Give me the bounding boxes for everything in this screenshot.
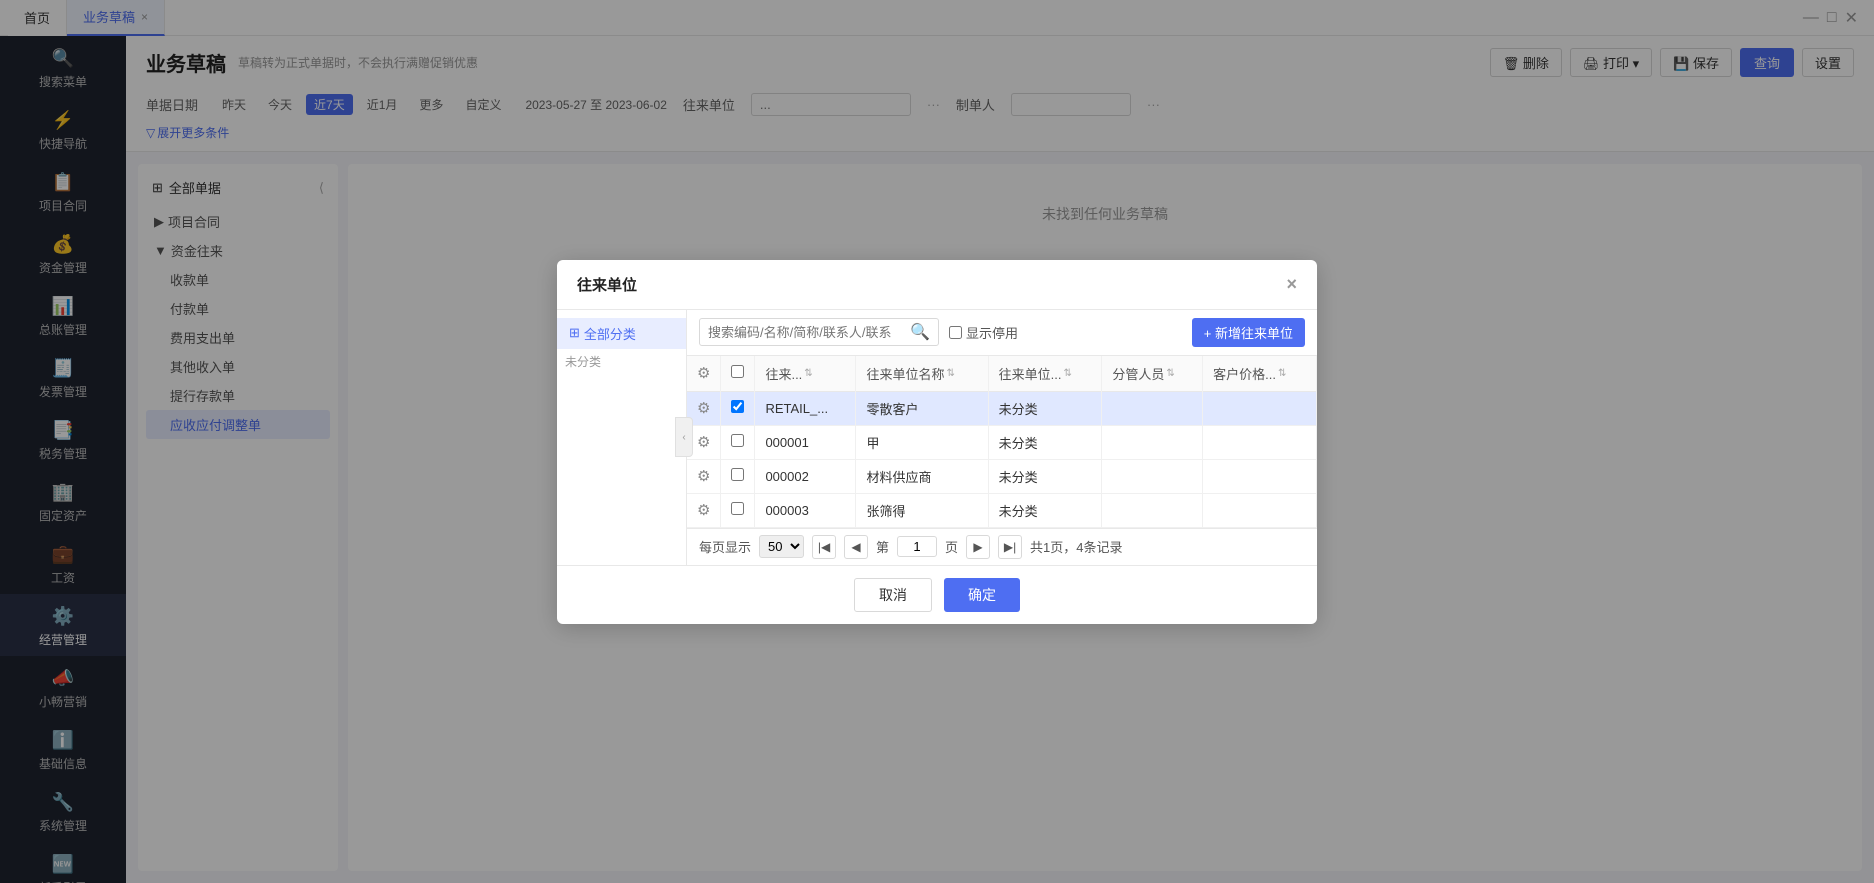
show-disabled-checkbox[interactable] <box>949 326 962 339</box>
cancel-button[interactable]: 取消 <box>854 578 932 612</box>
row-check <box>721 459 755 493</box>
row-category: 未分类 <box>988 391 1102 425</box>
modal-body: ⊞ 全部分类 ‹ 未分类 🔍 显示停用 <box>557 310 1317 565</box>
confirm-button[interactable]: 确定 <box>944 578 1020 612</box>
row-price-level <box>1203 425 1317 459</box>
row-code: 000003 <box>755 493 856 527</box>
modal-sidebar-toggle[interactable]: ‹ <box>675 417 693 457</box>
search-box: 🔍 <box>699 318 939 346</box>
row-checkbox[interactable] <box>731 468 744 481</box>
th-check <box>721 356 755 392</box>
th-name[interactable]: 往来单位名称 ⇅ <box>856 356 988 392</box>
modal-close-button[interactable]: × <box>1286 274 1297 295</box>
per-page-select[interactable]: 50 <box>759 535 804 558</box>
row-price-level <box>1203 459 1317 493</box>
row-name: 甲 <box>856 425 988 459</box>
row-checkbox[interactable] <box>731 434 744 447</box>
row-gear: ⚙ <box>687 459 721 493</box>
row-name: 材料供应商 <box>856 459 988 493</box>
page-input[interactable] <box>897 536 937 557</box>
row-salesperson <box>1102 391 1203 425</box>
row-checkbox[interactable] <box>731 400 744 413</box>
row-category: 未分类 <box>988 425 1102 459</box>
sort-icon-code: ⇅ <box>804 368 812 379</box>
select-all-checkbox[interactable] <box>731 365 744 378</box>
page-suffix: 页 <box>945 537 958 556</box>
show-disabled-label[interactable]: 显示停用 <box>949 323 1018 342</box>
row-name: 张筛得 <box>856 493 988 527</box>
modal-header: 往来单位 × <box>557 260 1317 310</box>
table-row[interactable]: ⚙ 000001 甲 未分类 <box>687 425 1317 459</box>
sort-icon-category: ⇅ <box>1063 368 1071 379</box>
add-new-partner-button[interactable]: + 新增往来单位 <box>1192 318 1305 347</box>
page-label: 第 <box>876 537 889 556</box>
table-header: ⚙ 往来... ⇅ <box>687 356 1317 392</box>
table-row[interactable]: ⚙ RETAIL_... 零散客户 未分类 <box>687 391 1317 425</box>
search-icon: 🔍 <box>910 322 930 342</box>
modal-table: ⚙ 往来... ⇅ <box>687 356 1317 528</box>
row-settings-icon[interactable]: ⚙ <box>697 434 710 451</box>
row-salesperson <box>1102 425 1203 459</box>
row-settings-icon[interactable]: ⚙ <box>697 502 710 519</box>
total-records: 共1页，4条记录 <box>1030 537 1122 556</box>
per-page-label: 每页显示 <box>699 537 751 556</box>
row-name: 零散客户 <box>856 391 988 425</box>
sort-icon-salesperson: ⇅ <box>1166 368 1174 379</box>
next-page-button[interactable]: ▶ <box>966 535 990 559</box>
th-price-level[interactable]: 客户价格... ⇅ <box>1203 356 1317 392</box>
row-settings-icon[interactable]: ⚙ <box>697 468 710 485</box>
uncategorized-label: 未分类 <box>557 349 686 374</box>
row-checkbox[interactable] <box>731 502 744 515</box>
modal-main: 🔍 显示停用 + 新增往来单位 ⚙ <box>687 310 1317 565</box>
row-category: 未分类 <box>988 493 1102 527</box>
first-page-button[interactable]: |◀ <box>812 535 836 559</box>
grid-icon-modal: ⊞ <box>569 325 580 341</box>
th-salesperson[interactable]: 分管人员 ⇅ <box>1102 356 1203 392</box>
row-salesperson <box>1102 493 1203 527</box>
partner-table: ⚙ 往来... ⇅ <box>687 356 1317 528</box>
th-category[interactable]: 往来单位... ⇅ <box>988 356 1102 392</box>
row-gear: ⚙ <box>687 493 721 527</box>
search-input[interactable] <box>708 325 904 340</box>
row-price-level <box>1203 391 1317 425</box>
table-row[interactable]: ⚙ 000002 材料供应商 未分类 <box>687 459 1317 493</box>
row-code: 000001 <box>755 425 856 459</box>
table-header-row: ⚙ 往来... ⇅ <box>687 356 1317 392</box>
modal-overlay[interactable]: 往来单位 × ⊞ 全部分类 ‹ 未分类 🔍 <box>0 0 1874 883</box>
modal-title: 往来单位 <box>577 274 637 295</box>
sort-icon-name: ⇅ <box>946 368 954 379</box>
row-salesperson <box>1102 459 1203 493</box>
prev-page-button[interactable]: ◀ <box>844 535 868 559</box>
row-price-level <box>1203 493 1317 527</box>
row-code: 000002 <box>755 459 856 493</box>
sort-icon-price: ⇅ <box>1278 368 1286 379</box>
row-check <box>721 425 755 459</box>
settings-icon[interactable]: ⚙ <box>697 365 710 382</box>
table-row[interactable]: ⚙ 000003 张筛得 未分类 <box>687 493 1317 527</box>
row-check <box>721 493 755 527</box>
th-code[interactable]: 往来... ⇅ <box>755 356 856 392</box>
row-check <box>721 391 755 425</box>
modal-toolbar: 🔍 显示停用 + 新增往来单位 <box>687 310 1317 356</box>
pagination-bar: 每页显示 50 |◀ ◀ 第 页 ▶ ▶| 共1页，4条记录 <box>687 528 1317 565</box>
last-page-button[interactable]: ▶| <box>998 535 1022 559</box>
row-settings-icon[interactable]: ⚙ <box>697 400 710 417</box>
row-code: RETAIL_... <box>755 391 856 425</box>
modal-actions: 取消 确定 <box>557 565 1317 624</box>
th-gear: ⚙ <box>687 356 721 392</box>
modal-sidebar-all[interactable]: ⊞ 全部分类 <box>557 318 686 349</box>
partner-modal: 往来单位 × ⊞ 全部分类 ‹ 未分类 🔍 <box>557 260 1317 624</box>
row-category: 未分类 <box>988 459 1102 493</box>
table-body: ⚙ RETAIL_... 零散客户 未分类 ⚙ 000001 甲 未分类 ⚙ 0… <box>687 391 1317 527</box>
modal-sidebar: ⊞ 全部分类 ‹ 未分类 <box>557 310 687 565</box>
